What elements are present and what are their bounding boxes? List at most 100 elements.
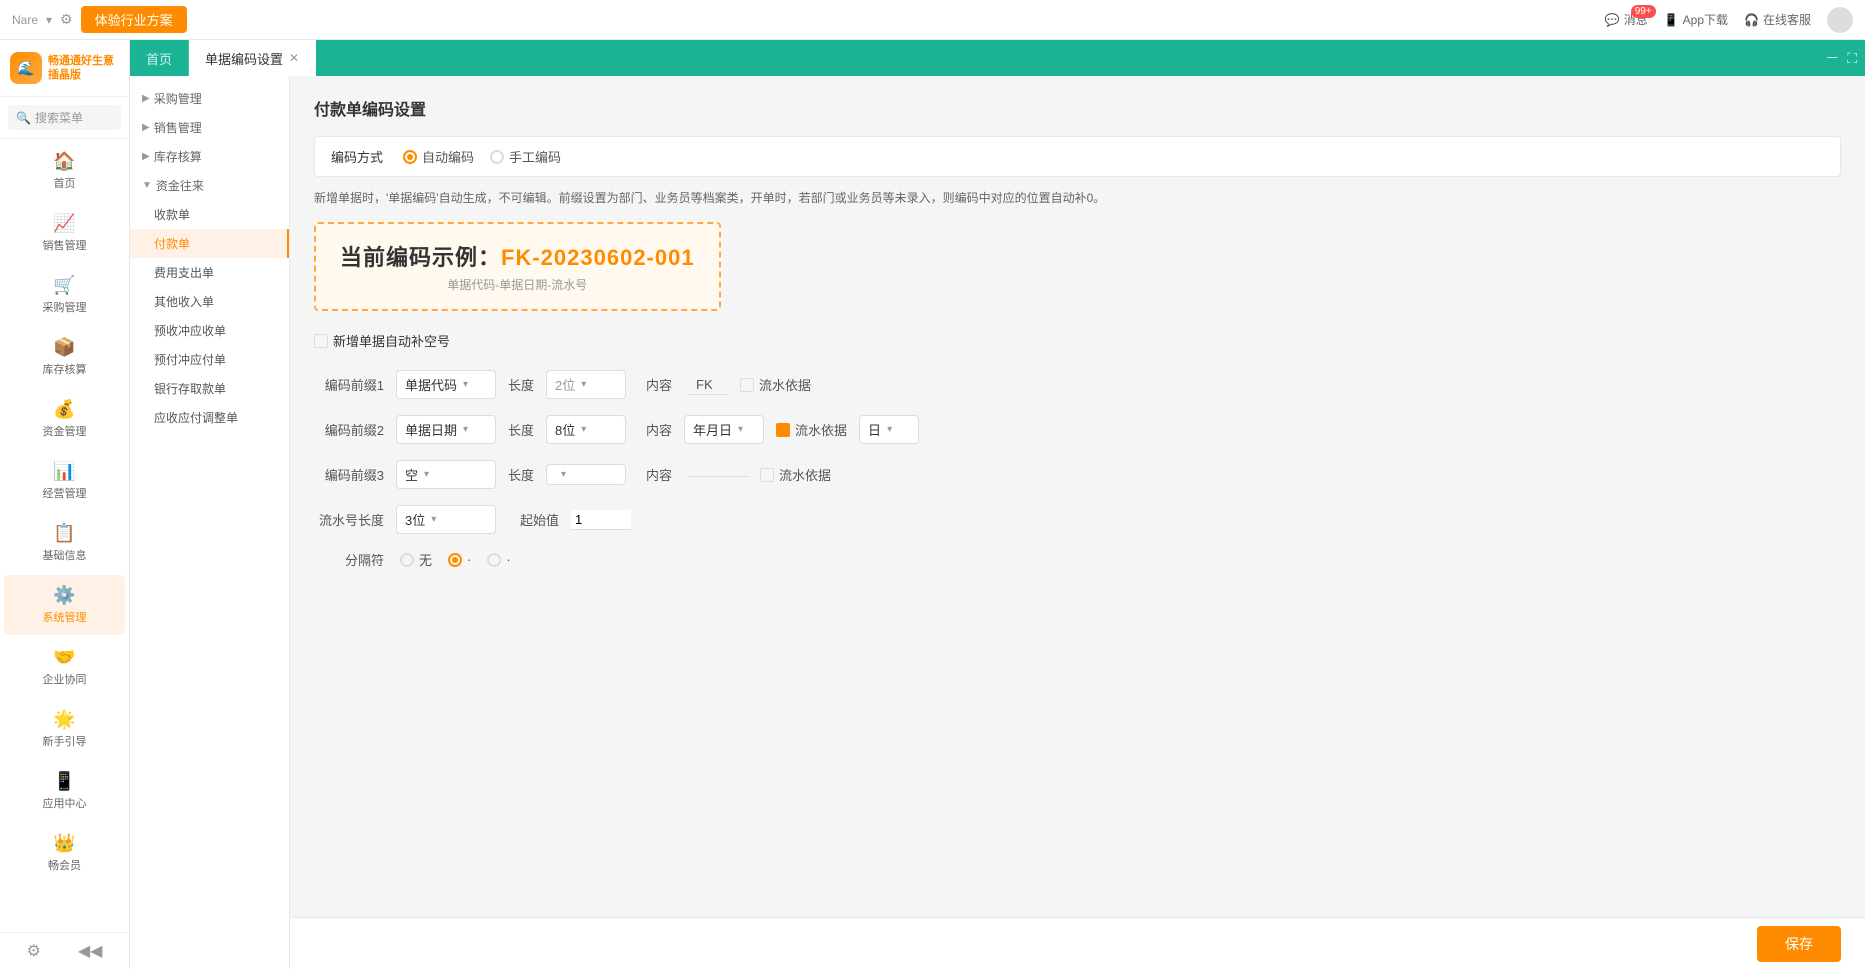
menu-group-sales-title[interactable]: ▶ 销售管理 bbox=[130, 113, 289, 142]
menu-item-bank[interactable]: 银行存取款单 bbox=[130, 374, 289, 403]
prefix1-select[interactable]: 单据代码 ▾ bbox=[396, 370, 496, 399]
message-icon-group[interactable]: 💬 消息 99+ bbox=[1605, 11, 1648, 28]
save-button[interactable]: 保存 bbox=[1757, 926, 1841, 962]
avatar[interactable] bbox=[1827, 7, 1853, 33]
sep-dot-option[interactable]: · bbox=[448, 552, 471, 567]
auto-fill-checkbox-box[interactable] bbox=[314, 334, 328, 348]
prefix2-content-arrow-icon: ▾ bbox=[738, 424, 743, 435]
home-icon: 🏠 bbox=[53, 151, 75, 172]
sidebar-item-enterprise[interactable]: 🤝 企业协同 bbox=[4, 637, 125, 697]
tab-encoding[interactable]: 单据编码设置 ✕ bbox=[189, 40, 316, 76]
mobile-icon: 📱 bbox=[1664, 13, 1679, 27]
menu-group-inventory-title[interactable]: ▶ 库存核算 bbox=[130, 142, 289, 171]
auto-encode-label: 自动编码 bbox=[422, 147, 474, 166]
prefix1-length-placeholder: 2位 bbox=[555, 375, 575, 394]
sidebar-item-home[interactable]: 🏠 首页 bbox=[4, 141, 125, 201]
auto-encode-radio[interactable] bbox=[403, 150, 417, 164]
tab-bar: 首页 单据编码设置 ✕ － ⛶ bbox=[130, 40, 1865, 76]
prefix1-liushui[interactable]: 流水依据 bbox=[740, 375, 811, 394]
enterprise-icon: 🤝 bbox=[53, 647, 75, 668]
sidebar-item-purchase[interactable]: 🛒 采购管理 bbox=[4, 265, 125, 325]
prefix2-liushui-check[interactable] bbox=[776, 423, 790, 437]
sidebar-item-operation-label: 经营管理 bbox=[43, 485, 87, 501]
sidebar-item-basic-label: 基础信息 bbox=[43, 547, 87, 563]
search-icon: 🔍 bbox=[16, 111, 31, 125]
prefix2-select[interactable]: 单据日期 ▾ bbox=[396, 415, 496, 444]
sidebar-item-apps[interactable]: 📱 应用中心 bbox=[4, 761, 125, 821]
menu-item-expense[interactable]: 费用支出单 bbox=[130, 258, 289, 287]
manual-encode-option[interactable]: 手工编码 bbox=[490, 147, 561, 166]
minimize-icon[interactable]: － bbox=[1825, 48, 1839, 68]
menu-group-capital-title[interactable]: ▼ 资金往来 bbox=[130, 171, 289, 200]
preview-desc: 单据代码-单据日期-流水号 bbox=[447, 276, 587, 293]
sep-dot2-radio[interactable] bbox=[487, 553, 501, 567]
menu-item-payment[interactable]: 付款单 bbox=[130, 229, 289, 258]
sidebar-item-member[interactable]: 👑 畅会员 bbox=[4, 823, 125, 883]
auto-encode-option[interactable]: 自动编码 bbox=[403, 147, 474, 166]
experience-btn[interactable]: 体验行业方案 bbox=[81, 6, 187, 33]
system-icon: ⚙️ bbox=[53, 585, 75, 606]
prefix2-length-select[interactable]: 8位 ▾ bbox=[546, 415, 626, 444]
top-bar-left: Nare ▾ ⚙ 体验行业方案 bbox=[12, 6, 1597, 33]
menu-group-purchase-title[interactable]: ▶ 采购管理 bbox=[130, 84, 289, 113]
menu-item-prepay-payable[interactable]: 预付冲应付单 bbox=[130, 345, 289, 374]
sidebar-item-finance[interactable]: 💰 资金管理 bbox=[4, 389, 125, 449]
maximize-icon[interactable]: ⛶ bbox=[1847, 50, 1857, 67]
sep-none-option[interactable]: 无 bbox=[400, 550, 432, 569]
prefix3-select[interactable]: 空 ▾ bbox=[396, 460, 496, 489]
settings-icon[interactable]: ⚙ bbox=[60, 11, 73, 28]
collapse-icon[interactable]: ◀◀ bbox=[78, 941, 103, 961]
tab-home[interactable]: 首页 bbox=[130, 40, 189, 76]
menu-item-adjust[interactable]: 应收应付调整单 bbox=[130, 403, 289, 432]
serial-length-select[interactable]: 3位 ▾ bbox=[396, 505, 496, 534]
prefix3-length-select[interactable]: ▾ bbox=[546, 464, 626, 485]
prefix1-liushui-check[interactable] bbox=[740, 378, 754, 392]
serial-length-label: 流水号长度 bbox=[314, 510, 384, 529]
sidebar-item-inventory[interactable]: 📦 库存核算 bbox=[4, 327, 125, 387]
prefix2-length-value: 8位 bbox=[555, 420, 575, 439]
company-name: Nare bbox=[12, 13, 38, 27]
sidebar-item-guide[interactable]: 🌟 新手引导 bbox=[4, 699, 125, 759]
top-bar-right: 💬 消息 99+ 📱 App下载 🎧 在线客服 bbox=[1605, 7, 1853, 33]
sep-none-radio[interactable] bbox=[400, 553, 414, 567]
sidebar-logo: 🌊 畅通通好生意 插晶版 bbox=[0, 40, 129, 97]
inventory-icon: 📦 bbox=[53, 337, 75, 358]
serial-row: 流水号长度 3位 ▾ 起始值 bbox=[314, 505, 1841, 534]
logo-text: 畅通通好生意 插晶版 bbox=[48, 54, 114, 83]
guide-icon: 🌟 bbox=[53, 709, 75, 730]
online-service-group[interactable]: 🎧 在线客服 bbox=[1744, 11, 1811, 28]
separator-row: 分隔符 无 · · bbox=[314, 550, 1841, 569]
manual-encode-radio[interactable] bbox=[490, 150, 504, 164]
preview-code: 当前编码示例：FK-20230602-001 bbox=[340, 240, 695, 272]
sidebar-item-system[interactable]: ⚙️ 系统管理 bbox=[4, 575, 125, 635]
menu-item-prepay-receivable[interactable]: 预收冲应收单 bbox=[130, 316, 289, 345]
message-icon: 💬 bbox=[1605, 13, 1620, 27]
prefix1-length-select[interactable]: 2位 ▾ bbox=[546, 370, 626, 399]
sidebar-search[interactable]: 🔍 搜索菜单 bbox=[0, 97, 129, 139]
sidebar-item-basic[interactable]: 📋 基础信息 bbox=[4, 513, 125, 573]
sep-dot-radio[interactable] bbox=[448, 553, 462, 567]
prefix2-day-select[interactable]: 日 ▾ bbox=[859, 415, 919, 444]
sidebar-item-sales[interactable]: 📈 销售管理 bbox=[4, 203, 125, 263]
auto-fill-row: 新增单据自动补空号 bbox=[314, 331, 1841, 350]
prefix2-liushui[interactable]: 流水依据 bbox=[776, 420, 847, 439]
prefix1-length-label: 长度 bbox=[508, 375, 534, 394]
dropdown-arrow-icon[interactable]: ▾ bbox=[46, 13, 52, 27]
settings-footer-icon[interactable]: ⚙ bbox=[27, 941, 41, 961]
menu-group-inventory-label: 库存核算 bbox=[154, 148, 202, 165]
sidebar-item-operation[interactable]: 📊 经营管理 bbox=[4, 451, 125, 511]
prefix3-liushui[interactable]: 流水依据 bbox=[760, 465, 831, 484]
auto-fill-checkbox[interactable]: 新增单据自动补空号 bbox=[314, 331, 450, 350]
tab-close-icon[interactable]: ✕ bbox=[289, 51, 299, 65]
sep-dot2-option[interactable]: · bbox=[487, 552, 510, 567]
menu-item-other-income[interactable]: 其他收入单 bbox=[130, 287, 289, 316]
serial-start-input[interactable] bbox=[571, 510, 631, 530]
sidebar-footer: ⚙ ◀◀ bbox=[0, 932, 129, 969]
prefix3-liushui-check[interactable] bbox=[760, 468, 774, 482]
prefix3-label: 编码前缀3 bbox=[314, 465, 384, 484]
menu-item-receipt[interactable]: 收款单 bbox=[130, 200, 289, 229]
prefix1-label: 编码前缀1 bbox=[314, 375, 384, 394]
app-download-group[interactable]: 📱 App下载 bbox=[1664, 11, 1728, 28]
prefix2-content-select[interactable]: 年月日 ▾ bbox=[684, 415, 764, 444]
sales-icon: 📈 bbox=[53, 213, 75, 234]
